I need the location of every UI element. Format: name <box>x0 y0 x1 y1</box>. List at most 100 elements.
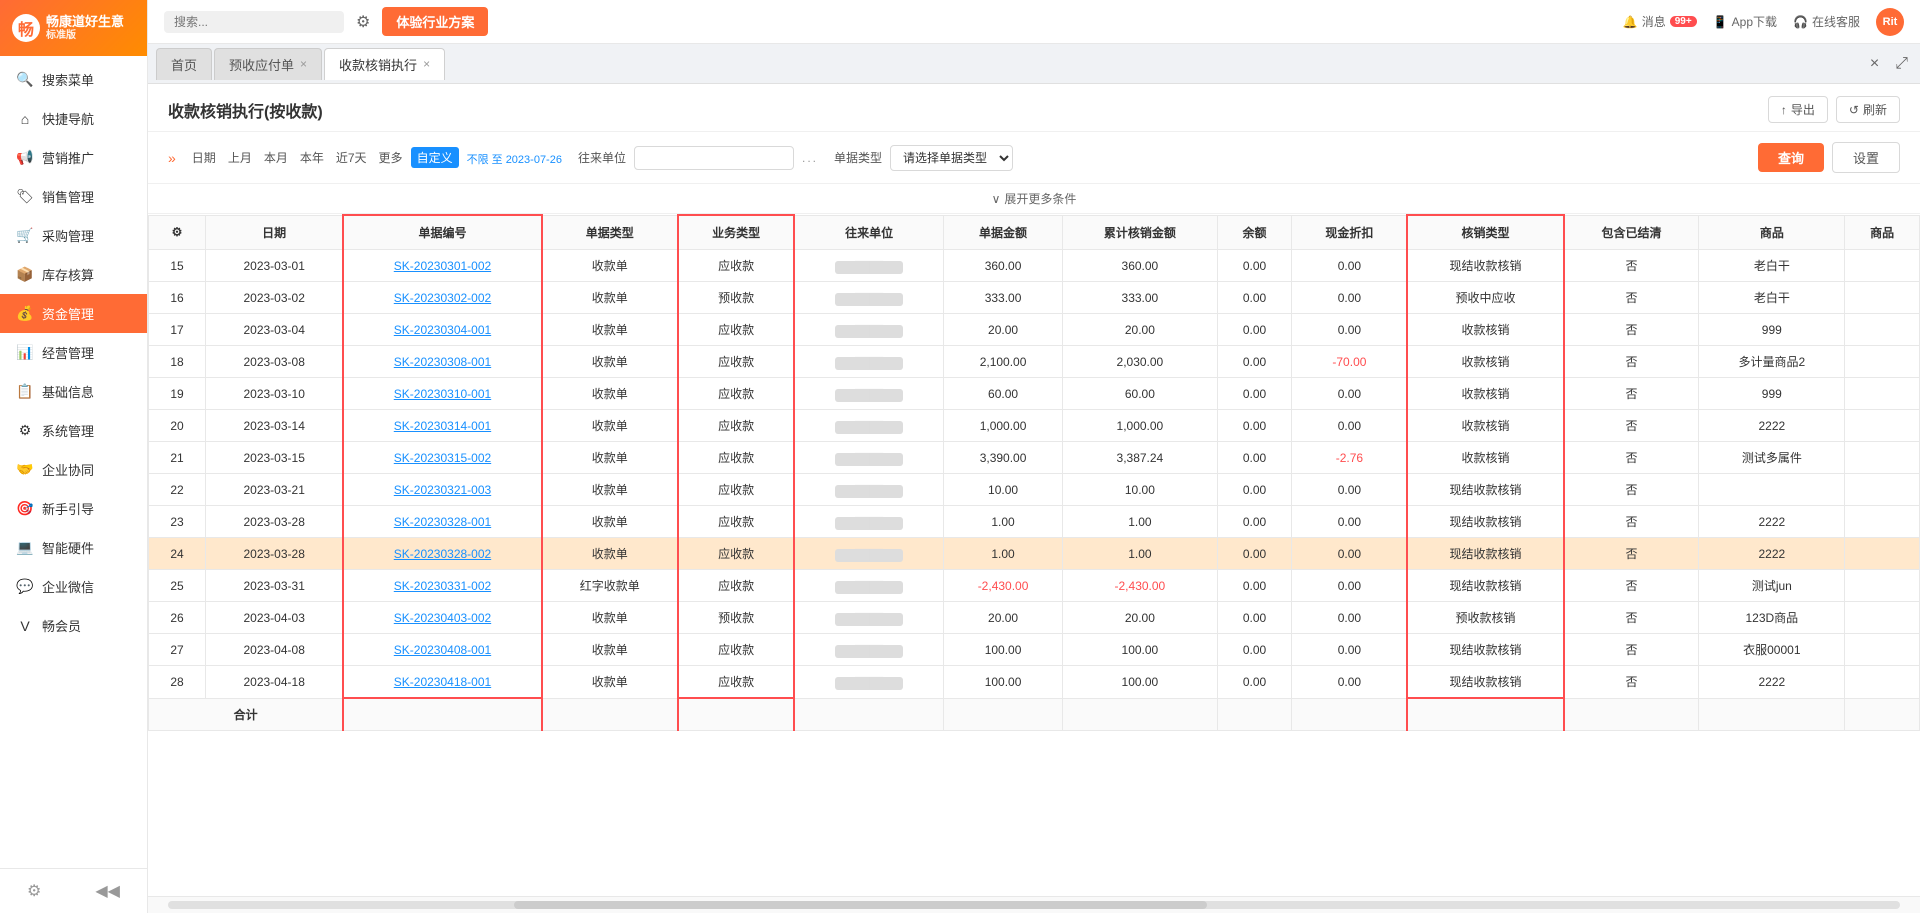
date-cur-month[interactable]: 本月 <box>260 147 292 168</box>
cell-include-settled: 否 <box>1564 506 1699 538</box>
expand-conditions-btn[interactable]: ∨ 展开更多条件 <box>992 190 1077 207</box>
notification-item[interactable]: 🔔 消息 99+ <box>1623 13 1697 30</box>
table-row: 20 2023-03-14 SK-20230314-001 收款单 应收款 ██… <box>149 410 1920 442</box>
sidebar-item-quick-nav[interactable]: ⌂ 快捷导航 <box>0 99 147 138</box>
user-avatar[interactable]: Rit <box>1876 8 1904 36</box>
query-button[interactable]: 查询 <box>1758 143 1824 172</box>
cell-amount: 1.00 <box>943 506 1062 538</box>
sidebar-item-enterprise-collab[interactable]: 🤝 企业协同 <box>0 450 147 489</box>
online-service-item[interactable]: 🎧 在线客服 <box>1793 13 1860 30</box>
date-7days[interactable]: 近7天 <box>332 147 371 168</box>
sidebar-item-inventory[interactable]: 📦 库存核算 <box>0 255 147 294</box>
partner-filter-input[interactable] <box>634 146 794 170</box>
col-include-settled[interactable]: 包含已结清 <box>1564 215 1699 250</box>
sidebar-item-beginner-guide[interactable]: 🎯 新手引导 <box>0 489 147 528</box>
col-settings[interactable]: ⚙ <box>149 215 206 250</box>
bill-type-select[interactable]: 请选择单据类型 收款单 红字收款单 <box>890 145 1013 171</box>
close-tab-btn[interactable]: × <box>1866 51 1883 77</box>
sidebar-item-fund-mgmt[interactable]: 💰 资金管理 <box>0 294 147 333</box>
col-product2[interactable]: 商品 <box>1845 215 1920 250</box>
tab-receipt-verify[interactable]: 收款核销执行× <box>324 48 445 80</box>
cell-verify-type: 预收款核销 <box>1407 602 1563 634</box>
cell-amount: 60.00 <box>943 378 1062 410</box>
col-product1[interactable]: 商品 <box>1699 215 1845 250</box>
bill-no-link[interactable]: SK-20230310-001 <box>394 387 491 401</box>
bill-no-link[interactable]: SK-20230328-001 <box>394 515 491 529</box>
cell-no: 24 <box>149 538 206 570</box>
bill-no-link[interactable]: SK-20230403-002 <box>394 611 491 625</box>
bill-no-link[interactable]: SK-20230408-001 <box>394 643 491 657</box>
bill-no-link[interactable]: SK-20230315-002 <box>394 451 491 465</box>
bill-no-link[interactable]: SK-20230321-003 <box>394 483 491 497</box>
cell-product1: 老白干 <box>1699 250 1845 282</box>
col-partner[interactable]: 往来单位 <box>794 215 943 250</box>
headset-icon: 🎧 <box>1793 15 1808 29</box>
date-prev-month[interactable]: 上月 <box>224 147 256 168</box>
filter-toggle-btn[interactable]: » <box>168 150 176 166</box>
sidebar-item-marketing[interactable]: 📢 营销推广 <box>0 138 147 177</box>
bill-no-link[interactable]: SK-20230308-001 <box>394 355 491 369</box>
sidebar-item-sales-mgmt[interactable]: 🏷 销售管理 <box>0 177 147 216</box>
bill-no-link[interactable]: SK-20230331-002 <box>394 579 491 593</box>
cell-bill-type: 收款单 <box>542 346 678 378</box>
sidebar-item-purchase-mgmt[interactable]: 🛒 采购管理 <box>0 216 147 255</box>
col-amount[interactable]: 单据金额 <box>943 215 1062 250</box>
cell-verify-amount: 3,387.24 <box>1063 442 1218 474</box>
sidebar-item-vip-member[interactable]: V 畅会员 <box>0 606 147 645</box>
cell-product2 <box>1845 538 1920 570</box>
marketing-icon: 📢 <box>16 149 34 166</box>
export-button[interactable]: ↑ 导出 <box>1768 96 1828 123</box>
sidebar-item-basic-info[interactable]: 📋 基础信息 <box>0 372 147 411</box>
partner-dots[interactable]: ... <box>802 151 818 165</box>
refresh-button[interactable]: ↺ 刷新 <box>1836 96 1900 123</box>
cell-no: 25 <box>149 570 206 602</box>
col-balance[interactable]: 余额 <box>1217 215 1292 250</box>
cell-verify-type: 收款核销 <box>1407 346 1563 378</box>
tab-home[interactable]: 首页 <box>156 48 212 80</box>
col-date[interactable]: 日期 <box>206 215 344 250</box>
sidebar-item-label-vip-member: 畅会员 <box>42 616 131 635</box>
bill-no-link[interactable]: SK-20230304-001 <box>394 323 491 337</box>
bill-no-link[interactable]: SK-20230302-002 <box>394 291 491 305</box>
collapse-sidebar-icon[interactable]: ◀◀ <box>87 877 128 905</box>
bill-no-link[interactable]: SK-20230328-002 <box>394 547 491 561</box>
sidebar-item-label-beginner-guide: 新手引导 <box>42 499 131 518</box>
col-bill-type[interactable]: 单据类型 <box>542 215 678 250</box>
tab-close-prepayment[interactable]: × <box>300 57 307 71</box>
cell-no: 21 <box>149 442 206 474</box>
cell-discount: 0.00 <box>1292 282 1407 314</box>
col-biz-type[interactable]: 业务类型 <box>678 215 794 250</box>
col-verify-type[interactable]: 核销类型 <box>1407 215 1563 250</box>
bill-no-link[interactable]: SK-20230418-001 <box>394 675 491 689</box>
settings-footer-icon[interactable]: ⚙ <box>19 877 49 905</box>
sidebar-item-smart-hardware[interactable]: 💻 智能硬件 <box>0 528 147 567</box>
sidebar-item-search-menu[interactable]: 🔍 搜索菜单 <box>0 60 147 99</box>
total-bill-type <box>542 698 678 730</box>
col-discount[interactable]: 现金折扣 <box>1292 215 1407 250</box>
date-custom[interactable]: 自定义 <box>411 147 459 168</box>
date-cur-year[interactable]: 本年 <box>296 147 328 168</box>
cell-product1: 999 <box>1699 314 1845 346</box>
cell-product1: 衣服00001 <box>1699 634 1845 666</box>
date-more[interactable]: 更多 <box>375 147 407 168</box>
cell-verify-type: 现结收款核销 <box>1407 570 1563 602</box>
sidebar-item-sys-mgmt[interactable]: ⚙ 系统管理 <box>0 411 147 450</box>
col-bill-no[interactable]: 单据编号 <box>343 215 541 250</box>
breadcrumb-search[interactable] <box>164 11 344 33</box>
sidebar-item-operation-mgmt[interactable]: 📊 经营管理 <box>0 333 147 372</box>
total-partner <box>794 698 943 730</box>
expand-tab-btn[interactable]: ⤢ <box>1891 51 1912 77</box>
bill-no-link[interactable]: SK-20230301-002 <box>394 259 491 273</box>
cell-amount: 10.00 <box>943 474 1062 506</box>
tab-close-receipt-verify[interactable]: × <box>423 57 430 71</box>
tab-prepayment[interactable]: 预收应付单× <box>214 48 322 80</box>
bill-no-link[interactable]: SK-20230314-001 <box>394 419 491 433</box>
app-download-item[interactable]: 📱 App下载 <box>1713 13 1777 30</box>
sidebar-item-enterprise-wechat[interactable]: 💬 企业微信 <box>0 567 147 606</box>
filter-settings-button[interactable]: 设置 <box>1832 142 1900 173</box>
solution-button[interactable]: 体验行业方案 <box>382 7 488 36</box>
header-settings-icon[interactable]: ⚙ <box>356 12 370 32</box>
table-row: 22 2023-03-21 SK-20230321-003 收款单 应收款 ██… <box>149 474 1920 506</box>
col-verify-amount[interactable]: 累计核销金额 <box>1063 215 1218 250</box>
cell-date: 2023-03-15 <box>206 442 344 474</box>
